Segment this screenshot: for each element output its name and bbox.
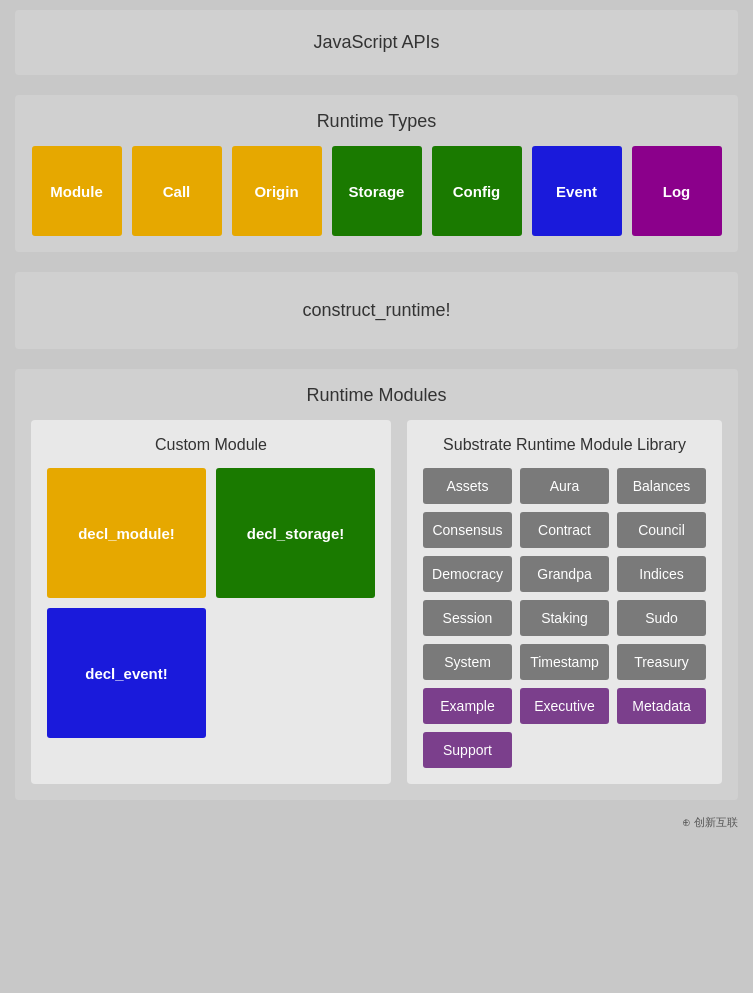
construct-runtime-label: construct_runtime! [302, 300, 450, 320]
runtime-modules-title: Runtime Modules [31, 385, 722, 406]
construct-runtime-section: construct_runtime! [15, 272, 738, 349]
type-tile-call[interactable]: Call [132, 146, 222, 236]
runtime-types-section: Runtime Types Module Call Origin Storage… [15, 95, 738, 252]
lib-tile-sudo[interactable]: Sudo [617, 600, 706, 636]
type-tile-origin[interactable]: Origin [232, 146, 322, 236]
custom-module-title: Custom Module [47, 436, 375, 454]
runtime-types-grid: Module Call Origin Storage Config Event … [31, 146, 722, 236]
watermark: ⊕ 创新互联 [0, 810, 753, 840]
lib-tile-democracy[interactable]: Democracy [423, 556, 512, 592]
lib-tile-treasury[interactable]: Treasury [617, 644, 706, 680]
type-tile-log[interactable]: Log [632, 146, 722, 236]
lib-tile-system[interactable]: System [423, 644, 512, 680]
js-apis-section: JavaScript APIs [15, 10, 738, 75]
lib-tile-balances[interactable]: Balances [617, 468, 706, 504]
modules-content: Custom Module decl_module! decl_storage!… [31, 420, 722, 784]
lib-tile-executive[interactable]: Executive [520, 688, 609, 724]
custom-module-box: Custom Module decl_module! decl_storage!… [31, 420, 391, 784]
lib-tile-support[interactable]: Support [423, 732, 512, 768]
library-grid: Assets Aura Balances Consensus Contract … [423, 468, 706, 768]
type-tile-storage[interactable]: Storage [332, 146, 422, 236]
lib-tile-indices[interactable]: Indices [617, 556, 706, 592]
type-tile-event[interactable]: Event [532, 146, 622, 236]
lib-tile-example[interactable]: Example [423, 688, 512, 724]
type-tile-module[interactable]: Module [32, 146, 122, 236]
watermark-text: ⊕ 创新互联 [682, 816, 738, 828]
substrate-library-box: Substrate Runtime Module Library Assets … [407, 420, 722, 784]
decl-module-tile[interactable]: decl_module! [47, 468, 206, 598]
lib-tile-grandpa[interactable]: Grandpa [520, 556, 609, 592]
custom-module-grid: decl_module! decl_storage! decl_event! [47, 468, 375, 738]
runtime-types-title: Runtime Types [31, 111, 722, 132]
library-title: Substrate Runtime Module Library [423, 436, 706, 454]
decl-event-tile[interactable]: decl_event! [47, 608, 206, 738]
lib-tile-staking[interactable]: Staking [520, 600, 609, 636]
lib-tile-metadata[interactable]: Metadata [617, 688, 706, 724]
js-apis-title: JavaScript APIs [313, 32, 439, 52]
lib-tile-aura[interactable]: Aura [520, 468, 609, 504]
runtime-modules-section: Runtime Modules Custom Module decl_modul… [15, 369, 738, 800]
lib-tile-assets[interactable]: Assets [423, 468, 512, 504]
lib-tile-session[interactable]: Session [423, 600, 512, 636]
decl-storage-tile[interactable]: decl_storage! [216, 468, 375, 598]
lib-tile-consensus[interactable]: Consensus [423, 512, 512, 548]
lib-tile-timestamp[interactable]: Timestamp [520, 644, 609, 680]
lib-tile-council[interactable]: Council [617, 512, 706, 548]
lib-tile-contract[interactable]: Contract [520, 512, 609, 548]
type-tile-config[interactable]: Config [432, 146, 522, 236]
